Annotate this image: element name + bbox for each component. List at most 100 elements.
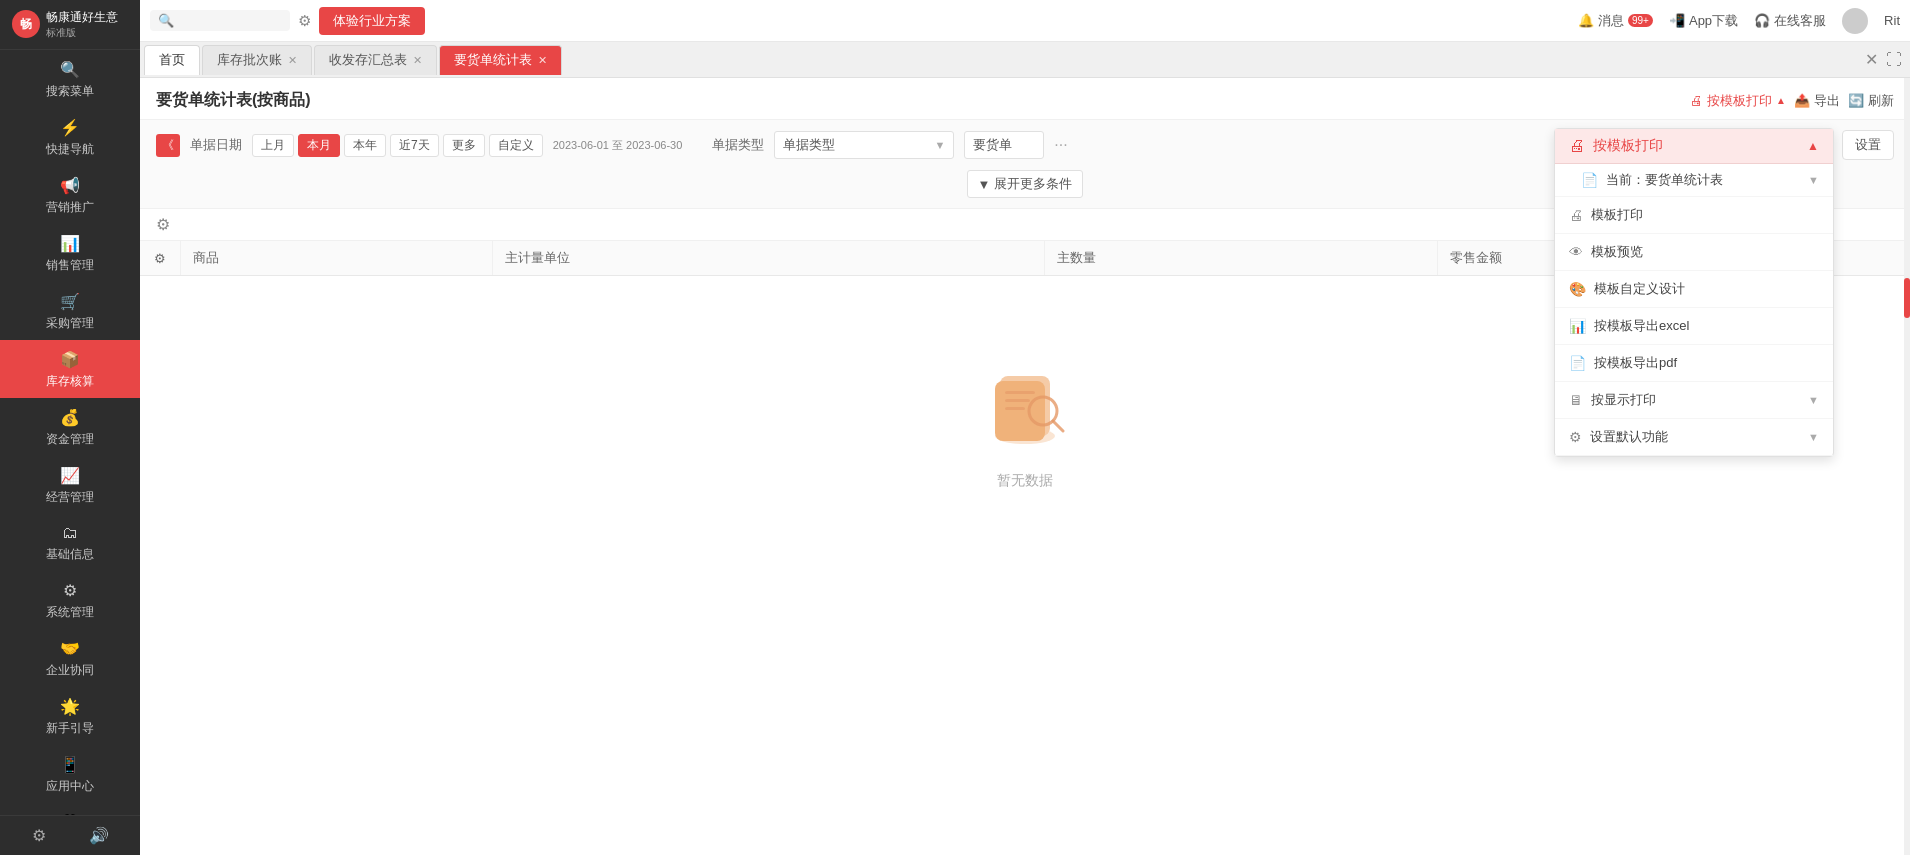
right-scrollbar[interactable] <box>1904 78 1910 855</box>
dropdown-title-label: 按模板打印 <box>1593 137 1663 155</box>
dropdown-current-template[interactable]: 📄 当前：要货单统计表 ▼ <box>1555 164 1833 197</box>
close-window-icon[interactable]: ✕ <box>1865 50 1878 69</box>
type-filter-select[interactable]: 单据类型 ▼ <box>774 131 954 159</box>
sidebar-item-label: 搜索菜单 <box>46 83 94 100</box>
date-btn-7days[interactable]: 近7天 <box>390 134 439 157</box>
page-title: 要货单统计表(按商品) <box>156 90 311 111</box>
dropdown-item-label: 模板打印 <box>1591 206 1643 224</box>
sidebar-item-purchase[interactable]: 🛒 采购管理 <box>0 282 140 340</box>
message-badge: 99+ <box>1628 14 1653 27</box>
col-qty-header: 主数量 <box>1045 241 1438 276</box>
page-content: 要货单统计表(按商品) 🖨 按模板打印 ▲ 📤 导出 🔄 刷新 <box>140 78 1910 855</box>
refresh-button[interactable]: 🔄 刷新 <box>1848 92 1894 110</box>
sidebar-item-shortcut[interactable]: ⚡ 快捷导航 <box>0 108 140 166</box>
message-action[interactable]: 🔔 消息 99+ <box>1578 12 1653 30</box>
sidebar-item-label: 营销推广 <box>46 199 94 216</box>
svg-rect-4 <box>1005 399 1030 402</box>
bell-icon: 🔔 <box>1578 13 1594 28</box>
sidebar-item-marketing[interactable]: 📢 营销推广 <box>0 166 140 224</box>
export-label: 导出 <box>1814 92 1840 110</box>
sidebar-item-label: 采购管理 <box>46 315 94 332</box>
trial-button[interactable]: 体验行业方案 <box>319 7 425 35</box>
sidebar-item-base[interactable]: 🗂 基础信息 <box>0 514 140 571</box>
dropdown-item-template-design[interactable]: 🎨 模板自定义设计 <box>1555 271 1833 308</box>
online-service-action[interactable]: 🎧 在线客服 <box>1754 12 1826 30</box>
date-btn-year[interactable]: 本年 <box>344 134 386 157</box>
dropdown-item-template-print[interactable]: 🖨 模板打印 <box>1555 197 1833 234</box>
dropdown-item-set-default[interactable]: ⚙ 设置默认功能 ▼ <box>1555 419 1833 456</box>
dropdown-item-label: 按模板导出pdf <box>1594 354 1677 372</box>
app-download-action[interactable]: 📲 App下载 <box>1669 12 1738 30</box>
dropdown-item-template-preview[interactable]: 👁 模板预览 <box>1555 234 1833 271</box>
sidebar-item-system[interactable]: ⚙ 系统管理 <box>0 571 140 629</box>
sidebar-item-guide[interactable]: 🌟 新手引导 <box>0 687 140 745</box>
sidebar-item-sales[interactable]: 📊 销售管理 <box>0 224 140 282</box>
sidebar-item-wechat[interactable]: 💬 企业微信 <box>0 803 140 815</box>
lightning-icon: ⚡ <box>60 118 80 137</box>
sidebar-item-collab[interactable]: 🤝 企业协同 <box>0 629 140 687</box>
dropdown-header[interactable]: 🖨 按模板打印 ▲ <box>1555 129 1833 164</box>
col-gear-header[interactable]: ⚙ <box>140 241 180 276</box>
date-btn-more[interactable]: 更多 <box>443 134 485 157</box>
svg-line-7 <box>1053 421 1063 431</box>
username-label: Rit <box>1884 13 1900 28</box>
sidebar-item-finance[interactable]: 💰 资金管理 <box>0 398 140 456</box>
dropdown-title: 🖨 按模板打印 <box>1569 137 1663 155</box>
tab-order-stat[interactable]: 要货单统计表 ✕ <box>439 45 562 75</box>
date-btn-prev[interactable]: 上月 <box>252 134 294 157</box>
date-btn-cur[interactable]: 本月 <box>298 134 340 157</box>
chevron-down-current-icon: ▼ <box>1808 174 1819 186</box>
dropdown-item-display-print[interactable]: 🖥 按显示打印 ▼ <box>1555 382 1833 419</box>
design-item-icon: 🎨 <box>1569 281 1586 297</box>
tab-inventory-batch[interactable]: 库存批次账 ✕ <box>202 45 312 75</box>
topbar-settings-icon[interactable]: ⚙ <box>298 12 311 30</box>
filter-collapse-button[interactable]: 《 <box>156 134 180 157</box>
type-filter-label: 单据类型 <box>712 136 764 154</box>
date-btn-custom[interactable]: 自定义 <box>489 134 543 157</box>
tab-home-label: 首页 <box>159 51 185 69</box>
settings-bottom-icon[interactable]: ⚙ <box>32 826 46 845</box>
filter-settings-button[interactable]: 设置 <box>1842 130 1894 160</box>
date-filter-label: 单据日期 <box>190 136 242 154</box>
dropdown-item-export-excel[interactable]: 📊 按模板导出excel <box>1555 308 1833 345</box>
maximize-window-icon[interactable]: ⛶ <box>1886 51 1902 69</box>
empty-illustration <box>975 356 1075 456</box>
app-logo: 畅 畅康通好生意 标准版 <box>0 0 140 50</box>
dropdown-item-export-pdf[interactable]: 📄 按模板导出pdf <box>1555 345 1833 382</box>
message-label: 消息 <box>1598 12 1624 30</box>
search-input[interactable] <box>178 14 268 28</box>
avatar[interactable] <box>1842 8 1868 34</box>
dots-icon[interactable]: ··· <box>1054 136 1067 154</box>
refresh-label: 刷新 <box>1868 92 1894 110</box>
sidebar-item-label: 库存核算 <box>46 373 94 390</box>
template-print-button[interactable]: 🖨 按模板打印 ▲ <box>1690 92 1786 110</box>
liao-filter-select[interactable]: 要货单 <box>964 131 1044 159</box>
export-button[interactable]: 📤 导出 <box>1794 92 1840 110</box>
online-service-label: 在线客服 <box>1774 12 1826 30</box>
set-default-label: 设置默认功能 <box>1590 428 1668 446</box>
expand-filter-button[interactable]: ▼ 展开更多条件 <box>967 170 1084 198</box>
search-bar[interactable]: 🔍 <box>150 10 290 31</box>
sidebar-nav: 🔍 搜索菜单 ⚡ 快捷导航 📢 营销推广 📊 销售管理 🛒 采购管理 📦 库存核… <box>0 50 140 815</box>
sound-icon[interactable]: 🔊 <box>89 826 109 845</box>
sidebar-item-search[interactable]: 🔍 搜索菜单 <box>0 50 140 108</box>
liao-label: 要货单 <box>973 136 1012 154</box>
tab-receipt-summary-close[interactable]: ✕ <box>413 54 422 67</box>
tab-home[interactable]: 首页 <box>144 45 200 75</box>
dropdown-item-label: 按模板导出excel <box>1594 317 1689 335</box>
col-goods-header: 商品 <box>180 241 493 276</box>
sidebar-item-label: 新手引导 <box>46 720 94 737</box>
sidebar-item-operation[interactable]: 📈 经营管理 <box>0 456 140 514</box>
date-range-display: 2023-06-01 至 2023-06-30 <box>553 138 683 153</box>
sidebar-item-inventory[interactable]: 📦 库存核算 <box>0 340 140 398</box>
table-gear-icon[interactable]: ⚙ <box>156 215 170 234</box>
tab-inventory-batch-close[interactable]: ✕ <box>288 54 297 67</box>
display-print-label: 按显示打印 <box>1591 391 1656 409</box>
page-header: 要货单统计表(按商品) 🖨 按模板打印 ▲ 📤 导出 🔄 刷新 <box>140 78 1910 120</box>
sidebar-item-appstore[interactable]: 📱 应用中心 <box>0 745 140 803</box>
sidebar-item-label: 快捷导航 <box>46 141 94 158</box>
tab-order-stat-close[interactable]: ✕ <box>538 54 547 67</box>
refresh-icon: 🔄 <box>1848 93 1864 108</box>
current-template-label: 当前：要货单统计表 <box>1606 171 1723 189</box>
tab-receipt-summary[interactable]: 收发存汇总表 ✕ <box>314 45 437 75</box>
